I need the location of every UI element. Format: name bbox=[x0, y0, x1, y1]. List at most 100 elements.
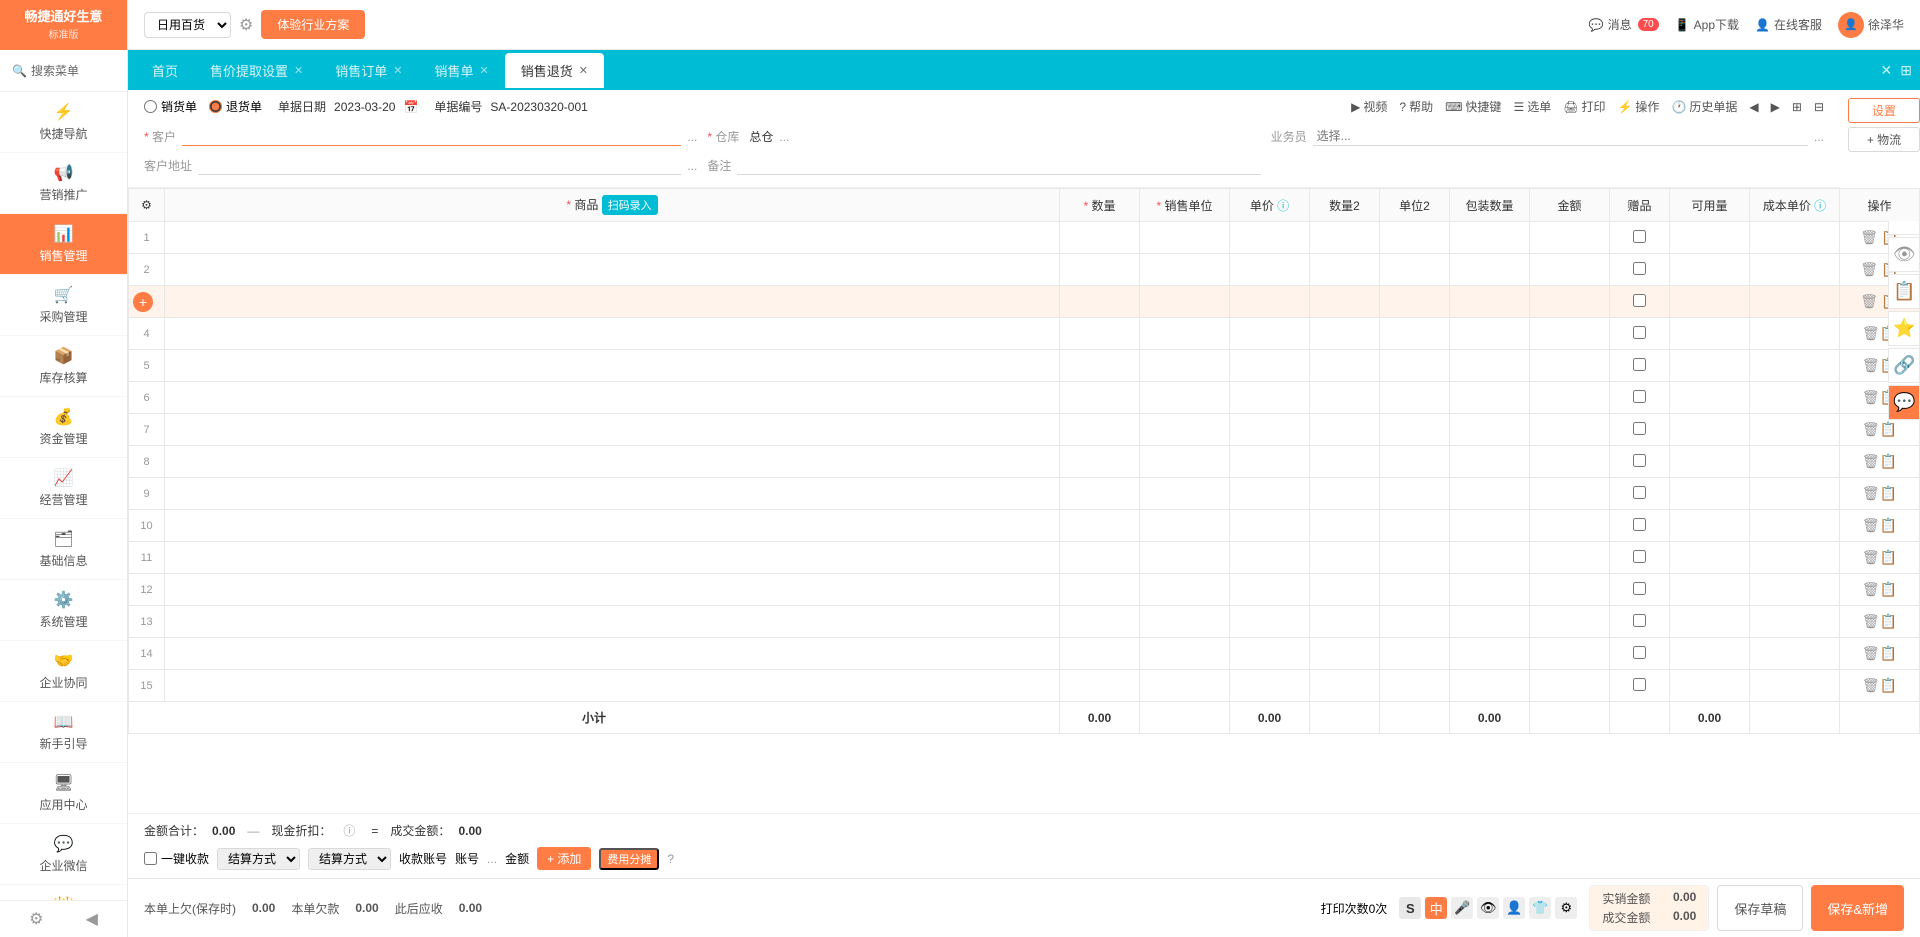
sidebar-item-system[interactable]: ⚙️ 系统管理 bbox=[0, 580, 127, 641]
delete-btn[interactable]: 🗑 bbox=[1862, 613, 1880, 630]
sidebar-collapse-icon[interactable]: ◀ bbox=[86, 909, 98, 929]
th-gear[interactable]: ⚙ bbox=[129, 189, 165, 222]
delete-btn[interactable]: 🗑 bbox=[1862, 421, 1880, 438]
copy-btn[interactable]: 📋 bbox=[1880, 581, 1897, 598]
tab-close-price[interactable]: ✕ bbox=[294, 64, 303, 77]
delete-btn[interactable]: 🗑 bbox=[1862, 645, 1880, 662]
gift-cell-3[interactable] bbox=[1610, 286, 1670, 318]
price-cell-2[interactable] bbox=[1230, 254, 1310, 286]
packqty-cell-1[interactable] bbox=[1450, 222, 1530, 254]
sidebar-settings-icon[interactable]: ⚙ bbox=[29, 909, 43, 929]
copy-btn[interactable]: 📋 bbox=[1880, 677, 1897, 694]
product-input-3[interactable] bbox=[169, 294, 1055, 309]
price-cell-3[interactable] bbox=[1230, 286, 1310, 318]
cost-cell-3[interactable] bbox=[1750, 286, 1840, 318]
one-click-pay-label[interactable]: 一键收款 bbox=[144, 850, 209, 867]
qty2-cell-3[interactable] bbox=[1310, 286, 1380, 318]
customer-dots[interactable]: ... bbox=[687, 130, 697, 144]
delete-btn[interactable]: 🗑 bbox=[1862, 453, 1880, 470]
radio-sales-input[interactable] bbox=[144, 100, 157, 113]
sidebar-item-inventory[interactable]: 📦 库存核算 bbox=[0, 336, 127, 397]
warehouse-dots[interactable]: ... bbox=[779, 130, 789, 144]
sidebar-item-vip[interactable]: 👑 畅会员 bbox=[0, 885, 127, 900]
address-input[interactable] bbox=[198, 156, 681, 175]
nav-next-icon[interactable]: ▶ bbox=[1771, 100, 1780, 114]
delete-btn[interactable]: 🗑 bbox=[1862, 389, 1880, 406]
save-draft-btn[interactable]: 保存草稿 bbox=[1717, 885, 1803, 931]
user-profile-btn[interactable]: 👤 徐泽华 bbox=[1838, 12, 1904, 38]
delete-row-1-btn[interactable]: 🗑 bbox=[1860, 229, 1878, 246]
sidebar-item-operations[interactable]: 📈 经营管理 bbox=[0, 458, 127, 519]
packqty-cell-2[interactable] bbox=[1450, 254, 1530, 286]
tab-close-sales[interactable]: ✕ bbox=[480, 64, 489, 77]
delete-row-3-btn[interactable]: 🗑 bbox=[1860, 293, 1878, 310]
price-cell-1[interactable] bbox=[1230, 222, 1310, 254]
settlement-select[interactable]: 结算方式 bbox=[217, 848, 300, 870]
icon-cog[interactable]: ⚙ bbox=[1555, 897, 1577, 919]
add-fee-btn[interactable]: + 添加 bbox=[537, 847, 591, 870]
sidebar-item-marketing[interactable]: 📢 营销推广 bbox=[0, 153, 127, 214]
action-shortcut-btn[interactable]: ⌨ 快捷键 bbox=[1445, 98, 1501, 115]
calc-select[interactable]: 结算方式 bbox=[308, 848, 391, 870]
delete-btn[interactable]: 🗑 bbox=[1862, 581, 1880, 598]
message-btn[interactable]: 💬 消息 70 bbox=[1589, 16, 1659, 33]
icon-zh[interactable]: 中 bbox=[1425, 897, 1447, 919]
icon-shirt[interactable]: 👕 bbox=[1529, 897, 1551, 919]
tab-sales-return[interactable]: 销售退货 ✕ bbox=[505, 53, 604, 88]
fee-help-icon[interactable]: ? bbox=[667, 852, 674, 866]
qty2-cell-1[interactable] bbox=[1310, 222, 1380, 254]
add-row-btn[interactable]: + bbox=[133, 292, 153, 312]
amount-cell-1[interactable] bbox=[1530, 222, 1610, 254]
product-cell-2[interactable] bbox=[165, 254, 1060, 286]
delete-btn[interactable]: 🗑 bbox=[1862, 517, 1880, 534]
delete-btn[interactable]: 🗑 bbox=[1862, 357, 1880, 374]
quantity-cell-1[interactable] bbox=[1060, 222, 1140, 254]
app-download-btn[interactable]: 📱 App下载 bbox=[1675, 16, 1739, 33]
salesperson-dots[interactable]: ... bbox=[1814, 130, 1824, 144]
rfb-btn-3[interactable]: 📋 bbox=[1888, 274, 1920, 309]
account-dots[interactable]: ... bbox=[487, 852, 497, 866]
tab-close-return[interactable]: ✕ bbox=[579, 64, 588, 77]
delete-btn[interactable]: 🗑 bbox=[1862, 325, 1880, 342]
one-click-pay-check[interactable] bbox=[144, 852, 157, 865]
action-help-btn[interactable]: ? 帮助 bbox=[1399, 98, 1433, 115]
cost-cell-1[interactable] bbox=[1750, 222, 1840, 254]
sidebar-item-guide[interactable]: 📖 新手引导 bbox=[0, 702, 127, 763]
gift-check-2[interactable] bbox=[1633, 262, 1646, 275]
copy-btn[interactable]: 📋 bbox=[1880, 517, 1897, 534]
action-operate-btn[interactable]: ⚡ 操作 bbox=[1617, 98, 1659, 115]
delete-btn[interactable]: 🗑 bbox=[1862, 485, 1880, 502]
unit2-cell-3[interactable] bbox=[1380, 286, 1450, 318]
rfb-btn-6[interactable]: 💬 bbox=[1888, 385, 1920, 420]
copy-btn[interactable]: 📋 bbox=[1880, 645, 1897, 662]
column-settings-icon[interactable]: ⚙ bbox=[141, 198, 152, 212]
sidebar-item-basic-info[interactable]: 🗂 基础信息 bbox=[0, 519, 127, 580]
sidebar-item-collab[interactable]: 🤝 企业协同 bbox=[0, 641, 127, 702]
quantity-cell-3[interactable] bbox=[1060, 286, 1140, 318]
delete-btn[interactable]: 🗑 bbox=[1862, 677, 1880, 694]
icon-mic[interactable]: 🎤 bbox=[1451, 897, 1473, 919]
rfb-btn-2[interactable]: 👁 bbox=[1888, 237, 1920, 272]
gift-cell-2[interactable] bbox=[1610, 254, 1670, 286]
action-print-btn[interactable]: 🖨 打印 bbox=[1563, 98, 1605, 115]
tab-close-sales-order[interactable]: ✕ bbox=[393, 64, 402, 77]
tab-sales[interactable]: 销售单 ✕ bbox=[418, 53, 504, 88]
amount-cell-2[interactable] bbox=[1530, 254, 1610, 286]
sidebar-item-app-center[interactable]: 🖥 应用中心 bbox=[0, 763, 127, 824]
logistics-btn[interactable]: + 物流 bbox=[1848, 127, 1920, 152]
unit2-cell-1[interactable] bbox=[1380, 222, 1450, 254]
product-cell-3[interactable] bbox=[165, 286, 1060, 318]
view-grid-icon[interactable]: ⊟ bbox=[1814, 100, 1824, 114]
online-service-btn[interactable]: 👤 在线客服 bbox=[1755, 16, 1822, 33]
unit-cell-1[interactable] bbox=[1140, 222, 1230, 254]
unit2-cell-2[interactable] bbox=[1380, 254, 1450, 286]
calendar-icon[interactable]: 📅 bbox=[403, 100, 418, 114]
tab-close-all-icon[interactable]: ✕ bbox=[1881, 62, 1893, 79]
copy-btn[interactable]: 📋 bbox=[1880, 485, 1897, 502]
icon-eye[interactable]: 👁 bbox=[1477, 897, 1499, 919]
sidebar-item-shortcuts[interactable]: ⚡ 快捷导航 bbox=[0, 92, 127, 153]
fee-split-btn[interactable]: 费用分摊 bbox=[599, 848, 659, 870]
action-video-btn[interactable]: ▶ 视频 bbox=[1351, 98, 1387, 115]
unit-cell-3[interactable] bbox=[1140, 286, 1230, 318]
radio-return[interactable]: 退货单 bbox=[209, 98, 262, 115]
